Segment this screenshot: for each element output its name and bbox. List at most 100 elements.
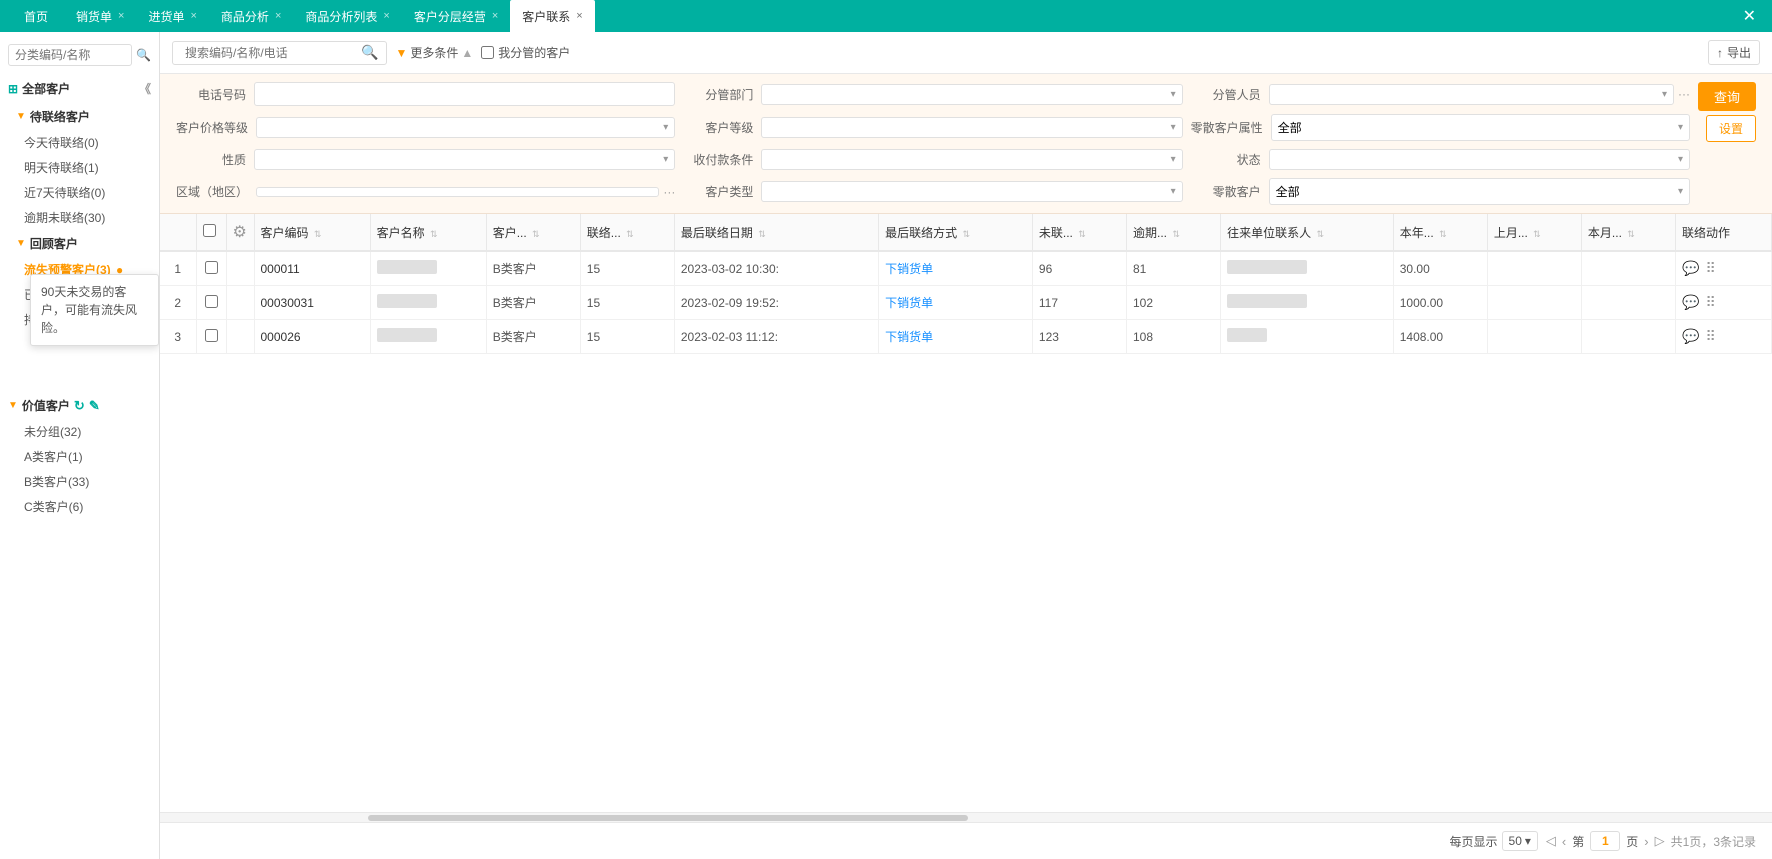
settings-button[interactable]: 设置 bbox=[1706, 115, 1756, 142]
th-this-month[interactable]: 本月... ⇅ bbox=[1581, 214, 1675, 251]
sidebar-item-tomorrow-pending[interactable]: 明天待联络(1) bbox=[0, 155, 159, 180]
filter-phone-label: 电话号码 bbox=[176, 86, 246, 103]
prev-page-btn[interactable]: ‹ bbox=[1562, 834, 1566, 849]
filter-customer-type-select[interactable]: ▾ bbox=[761, 181, 1182, 202]
row3-name bbox=[370, 320, 486, 354]
row1-more-icon[interactable]: ⠿ bbox=[1705, 260, 1715, 277]
sidebar-item-overdue-pending[interactable]: 逾期未联络(30) bbox=[0, 205, 159, 230]
th-name[interactable]: 客户名称 ⇅ bbox=[370, 214, 486, 251]
filter-customer-tier-select[interactable]: ▾ bbox=[761, 117, 1182, 138]
filter-region: 区域（地区） ··· bbox=[176, 183, 675, 200]
main-search-icon[interactable]: 🔍 bbox=[361, 44, 378, 61]
sidebar-search-input[interactable] bbox=[8, 44, 132, 66]
page-number-input[interactable] bbox=[1590, 831, 1620, 851]
sidebar-item-class-a[interactable]: A类客户(1) bbox=[0, 444, 159, 469]
tab-product-analysis[interactable]: 商品分析 × bbox=[209, 0, 293, 32]
sidebar-item-today-pending[interactable]: 今天待联络(0) bbox=[0, 130, 159, 155]
close-tab-purchase[interactable]: × bbox=[190, 10, 196, 22]
th-overdue[interactable]: 逾期... ⇅ bbox=[1126, 214, 1220, 251]
next-page-btn[interactable]: › bbox=[1644, 834, 1648, 849]
filter-region-select[interactable] bbox=[256, 187, 659, 197]
th-not-contacted[interactable]: 未联... ⇅ bbox=[1032, 214, 1126, 251]
row1-last-contact-way[interactable]: 下销货单 bbox=[879, 251, 1033, 286]
chevron-up-icon: ▲ bbox=[461, 46, 473, 60]
filter-nature-select[interactable]: ▾ bbox=[254, 149, 675, 170]
row2-chat-icon[interactable]: 💬 bbox=[1682, 294, 1699, 311]
sidebar-item-class-b[interactable]: B类客户(33) bbox=[0, 469, 159, 494]
page-size-box[interactable]: 50 ▾ bbox=[1502, 831, 1538, 851]
th-contact[interactable]: 联络... ⇅ bbox=[580, 214, 674, 251]
not-contacted-sort-arrows: ⇅ bbox=[1078, 229, 1086, 240]
row1-code[interactable]: 000011 bbox=[254, 251, 370, 286]
tab-customer-tier[interactable]: 客户分层经营 × bbox=[402, 0, 510, 32]
close-tab-sales[interactable]: × bbox=[118, 10, 124, 22]
th-last-contact-way[interactable]: 最后联络方式 ⇅ bbox=[879, 214, 1033, 251]
row3-chat-icon[interactable]: 💬 bbox=[1682, 328, 1699, 345]
row2-more-icon[interactable]: ⠿ bbox=[1705, 294, 1715, 311]
row3-more-icon[interactable]: ⠿ bbox=[1705, 328, 1715, 345]
tab-sales[interactable]: 销货单 × bbox=[64, 0, 136, 32]
row3-last-contact-way[interactable]: 下销货单 bbox=[879, 320, 1033, 354]
refresh-icon[interactable]: ↻ bbox=[74, 398, 85, 414]
sidebar-item-class-c[interactable]: C类客户(6) bbox=[0, 494, 159, 519]
my-customers-checkbox[interactable]: 我分管的客户 bbox=[481, 44, 570, 61]
export-button[interactable]: ↑ 导出 bbox=[1708, 40, 1760, 65]
th-unit-contact[interactable]: 往来单位联系人 ⇅ bbox=[1221, 214, 1394, 251]
filter-retail-customer-select[interactable]: 全部 ▾ bbox=[1269, 178, 1690, 205]
close-tab-customer-contact[interactable]: × bbox=[576, 10, 582, 22]
close-tab-customer-tier[interactable]: × bbox=[492, 10, 498, 22]
window-close-button[interactable]: ✕ bbox=[1735, 6, 1764, 26]
row1-check[interactable] bbox=[205, 261, 218, 274]
filter-phone-input[interactable] bbox=[254, 82, 675, 106]
tab-home[interactable]: 首页 bbox=[8, 0, 64, 32]
more-conditions-btn[interactable]: ▼ 更多条件 ▲ bbox=[395, 44, 473, 61]
filter-retail-attr: 零散客户属性 全部 ▾ bbox=[1191, 114, 1690, 141]
th-code[interactable]: 客户编码 ⇅ bbox=[254, 214, 370, 251]
horizontal-scrollbar[interactable] bbox=[160, 812, 1772, 822]
th-type[interactable]: 客户... ⇅ bbox=[486, 214, 580, 251]
row3-code[interactable]: 000026 bbox=[254, 320, 370, 354]
all-customers-header[interactable]: ⊞ 全部客户 《 bbox=[0, 74, 159, 103]
group-header-review[interactable]: ▼ 回顾客户 bbox=[0, 230, 159, 257]
table-gear-icon[interactable]: ⚙ bbox=[233, 224, 247, 241]
tab-product-analysis-list[interactable]: 商品分析列表 × bbox=[293, 0, 401, 32]
filter-price-tier-select[interactable]: ▾ bbox=[256, 117, 675, 138]
tab-purchase[interactable]: 进货单 × bbox=[136, 0, 208, 32]
filter-manager-more[interactable]: ··· bbox=[1678, 87, 1690, 101]
this-month-sort-arrows: ⇅ bbox=[1627, 229, 1635, 240]
group-header-value[interactable]: ▼ 价值客户 ↻ ✎ bbox=[0, 392, 159, 419]
close-tab-product-analysis-list[interactable]: × bbox=[383, 10, 389, 22]
sidebar-item-no-group[interactable]: 未分组(32) bbox=[0, 419, 159, 444]
filter-region-more[interactable]: ··· bbox=[663, 185, 675, 199]
sidebar-item-7day-pending[interactable]: 近7天待联络(0) bbox=[0, 180, 159, 205]
th-last-month[interactable]: 上月... ⇅ bbox=[1487, 214, 1581, 251]
filter-retail-attr-select[interactable]: 全部 ▾ bbox=[1271, 114, 1690, 141]
row2-check[interactable] bbox=[205, 295, 218, 308]
my-customers-check-input[interactable] bbox=[481, 46, 494, 59]
row1-chat-icon[interactable]: 💬 bbox=[1682, 260, 1699, 277]
filter-dept-select[interactable]: ▾ bbox=[761, 84, 1182, 105]
collapse-sidebar-btn[interactable]: 《 bbox=[139, 80, 151, 97]
scroll-thumb[interactable] bbox=[368, 815, 968, 821]
th-this-year[interactable]: 本年... ⇅ bbox=[1393, 214, 1487, 251]
th-last-contact-date[interactable]: 最后联络日期 ⇅ bbox=[674, 214, 878, 251]
filter-payment-select[interactable]: ▾ bbox=[761, 149, 1182, 170]
filter-manager-select[interactable]: ▾ bbox=[1269, 84, 1674, 105]
row1-checkbox[interactable] bbox=[196, 251, 226, 286]
filter-status-select[interactable]: ▾ bbox=[1269, 149, 1690, 170]
tab-customer-contact[interactable]: 客户联系 × bbox=[510, 0, 594, 32]
last-page-btn[interactable]: ▷ bbox=[1655, 833, 1665, 849]
group-header-pending[interactable]: ▼ 待联络客户 bbox=[0, 103, 159, 130]
row3-check[interactable] bbox=[205, 329, 218, 342]
select-all-checkbox[interactable] bbox=[203, 224, 216, 237]
sidebar-search-icon[interactable]: 🔍 bbox=[136, 48, 151, 62]
edit-icon[interactable]: ✎ bbox=[89, 398, 100, 414]
row3-checkbox[interactable] bbox=[196, 320, 226, 354]
query-button[interactable]: 查询 bbox=[1698, 82, 1756, 111]
row2-code[interactable]: 00030031 bbox=[254, 286, 370, 320]
close-tab-product-analysis[interactable]: × bbox=[275, 10, 281, 22]
first-page-btn[interactable]: ◁ bbox=[1546, 833, 1556, 849]
row2-checkbox[interactable] bbox=[196, 286, 226, 320]
row2-last-contact-way[interactable]: 下销货单 bbox=[879, 286, 1033, 320]
main-search-input[interactable] bbox=[181, 42, 361, 64]
